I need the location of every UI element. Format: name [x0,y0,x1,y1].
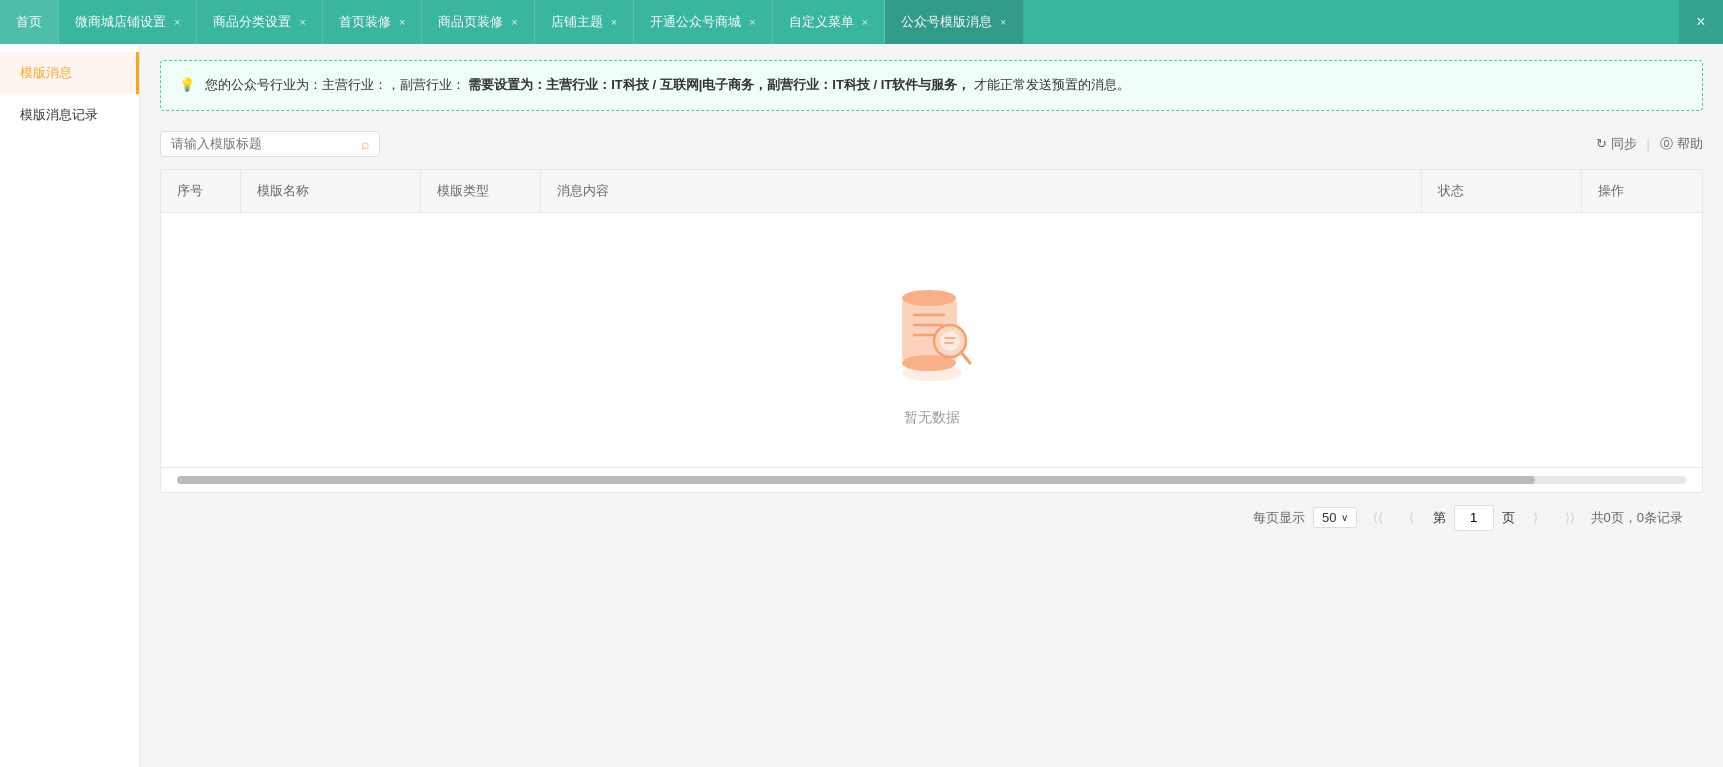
th-index: 序号 [161,170,241,212]
page-number-input[interactable] [1454,505,1494,531]
nav-tab-home-label: 首页 [16,13,42,31]
nav-tab-wshop-close[interactable]: × [174,16,180,28]
scrollbar-track[interactable] [177,476,1686,484]
nav-tab-category-label: 商品分类设置 [213,13,291,31]
empty-text: 暂无数据 [904,409,960,427]
page-size-chevron: ∨ [1341,512,1348,523]
toolbar: ⌕ ↻ 同步 | ⓪ 帮助 [160,131,1703,157]
nav-tab-home-decor-label: 首页装修 [339,13,391,31]
top-nav: 首页 微商城店铺设置 × 商品分类设置 × 首页装修 × 商品页装修 × 店铺主… [0,0,1723,44]
nav-tab-open-mall[interactable]: 开通公众号商城 × [634,0,772,44]
search-icon[interactable]: ⌕ [361,136,369,152]
page-next-button[interactable]: ⟩ [1523,505,1549,531]
search-input[interactable] [171,136,361,151]
scrollbar-wrapper [161,467,1702,492]
empty-icon [872,273,992,393]
close-all-button[interactable]: × [1679,0,1723,44]
notice-suffix: 才能正常发送预置的消息。 [974,77,1130,92]
nav-tab-custom-menu-label: 自定义菜单 [789,13,854,31]
page-last-button[interactable]: ⟩⟩ [1557,505,1583,531]
toolbar-divider: | [1647,136,1650,151]
nav-tab-open-mall-close[interactable]: × [749,16,755,28]
nav-tab-wshop[interactable]: 微商城店铺设置 × [59,0,197,44]
total-info: 共0页，0条记录 [1591,509,1683,527]
nav-tab-custom-menu-close[interactable]: × [862,16,868,28]
help-button[interactable]: ⓪ 帮助 [1660,135,1703,153]
svg-line-9 [961,352,970,363]
nav-tab-custom-menu[interactable]: 自定义菜单 × [773,0,885,44]
nav-tab-product-decor-close[interactable]: × [511,16,517,28]
page-prev-button[interactable]: ⟨ [1399,505,1425,531]
nav-tab-category[interactable]: 商品分类设置 × [197,0,322,44]
empty-state: 暂无数据 [161,213,1702,467]
notice-icon: 💡 [179,77,195,92]
sidebar-item-template-msg-log[interactable]: 模版消息记录 [0,94,139,136]
nav-tab-template-msg-close[interactable]: × [1000,16,1006,28]
nav-tab-home[interactable]: 首页 [0,0,59,44]
nav-tab-template-msg-label: 公众号模版消息 [901,13,992,31]
toolbar-right: ↻ 同步 | ⓪ 帮助 [1596,135,1703,153]
page-size-value: 50 [1322,510,1336,525]
nav-tab-home-decor[interactable]: 首页装修 × [323,0,422,44]
search-box[interactable]: ⌕ [160,131,380,157]
sidebar-item-template-msg-label: 模版消息 [20,65,72,80]
scrollbar-thumb[interactable] [177,476,1535,484]
svg-point-8 [940,331,960,351]
sync-icon: ↻ [1596,136,1607,151]
th-status: 状态 [1422,170,1582,212]
content-area: 💡 您的公众号行业为：主营行业：，副营行业： 需要设置为：主营行业：IT科技 /… [140,44,1723,767]
notice-prefix: 您的公众号行业为：主营行业：，副营行业： [205,77,465,92]
th-type: 模版类型 [421,170,541,212]
help-icon: ⓪ [1660,135,1673,153]
page-size-select[interactable]: 50 ∨ [1313,507,1356,528]
sync-button[interactable]: ↻ 同步 [1596,135,1637,153]
nav-tab-shop-theme[interactable]: 店铺主题 × [535,0,634,44]
help-label: 帮助 [1677,135,1703,153]
main-layout: 模版消息 模版消息记录 💡 您的公众号行业为：主营行业：，副营行业： 需要设置为… [0,44,1723,767]
sidebar-item-template-msg-log-label: 模版消息记录 [20,107,98,122]
th-name: 模版名称 [241,170,421,212]
sidebar: 模版消息 模版消息记录 [0,44,140,767]
notice-highlight: 需要设置为：主营行业：IT科技 / 互联网|电子商务，副营行业：IT科技 / I… [468,77,970,92]
nav-tab-category-close[interactable]: × [299,16,305,28]
page-label: 第 [1433,509,1446,527]
per-page-label: 每页显示 [1253,509,1305,527]
notice-box: 💡 您的公众号行业为：主营行业：，副营行业： 需要设置为：主营行业：IT科技 /… [160,60,1703,111]
nav-tab-home-decor-close[interactable]: × [399,16,405,28]
page-first-button[interactable]: ⟨⟨ [1365,505,1391,531]
nav-tab-shop-theme-label: 店铺主题 [551,13,603,31]
sync-label: 同步 [1611,135,1637,153]
nav-tab-template-msg[interactable]: 公众号模版消息 × [885,0,1023,44]
th-action: 操作 [1582,170,1702,212]
th-content: 消息内容 [541,170,1422,212]
nav-tab-open-mall-label: 开通公众号商城 [650,13,741,31]
nav-tab-product-decor[interactable]: 商品页装修 × [422,0,534,44]
nav-tab-wshop-label: 微商城店铺设置 [75,13,166,31]
pagination: 每页显示 50 ∨ ⟨⟨ ⟨ 第 页 ⟩ ⟩⟩ 共0页，0条记录 [160,493,1703,543]
sidebar-item-template-msg[interactable]: 模版消息 [0,52,139,94]
nav-tab-product-decor-label: 商品页装修 [438,13,503,31]
page-unit: 页 [1502,509,1515,527]
table-header: 序号 模版名称 模版类型 消息内容 状态 操作 [161,170,1702,213]
data-table: 序号 模版名称 模版类型 消息内容 状态 操作 [160,169,1703,493]
nav-tab-shop-theme-close[interactable]: × [611,16,617,28]
svg-point-2 [902,290,956,306]
